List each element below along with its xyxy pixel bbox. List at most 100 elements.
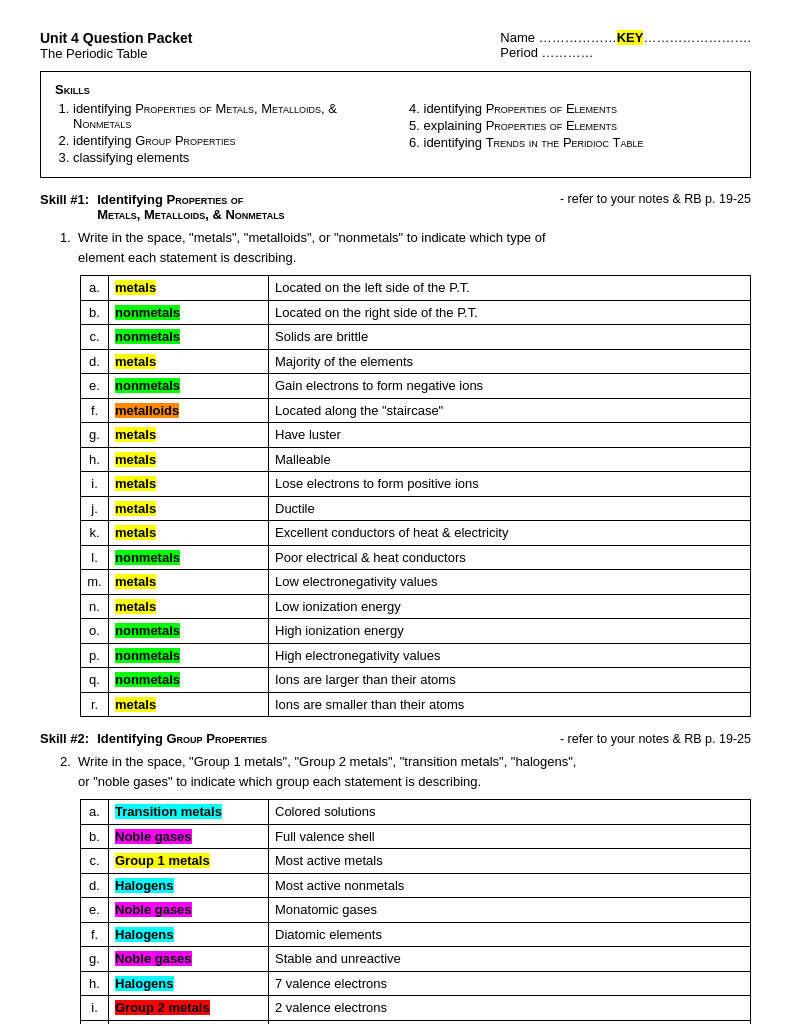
row-answer: Halogens: [109, 922, 269, 947]
row-letter: g.: [81, 947, 109, 972]
table-row: p.nonmetalsHigh electronegativity values: [81, 643, 751, 668]
row-letter: e.: [81, 898, 109, 923]
row-desc: Excellent conductors of heat & electrici…: [269, 521, 751, 546]
row-desc: Stable and unreactive: [269, 947, 751, 972]
table-row: d.HalogensMost active nonmetals: [81, 873, 751, 898]
row-letter: p.: [81, 643, 109, 668]
skills-grid: identifying Properties of Metals, Metall…: [55, 101, 736, 167]
row-desc: High electronegativity values: [269, 643, 751, 668]
row-answer: metals: [109, 276, 269, 301]
table-row: n.metalsLow ionization energy: [81, 594, 751, 619]
row-letter: o.: [81, 619, 109, 644]
row-desc: Most active nonmetals: [269, 873, 751, 898]
table-row: c.Group 1 metalsMost active metals: [81, 849, 751, 874]
row-answer: nonmetals: [109, 545, 269, 570]
row-desc: Form ions with a +1 charge: [269, 1020, 751, 1024]
row-answer: metals: [109, 570, 269, 595]
row-answer: Group 2 metals: [109, 996, 269, 1021]
skill2-ref: - refer to your notes & RB p. 19-25: [560, 732, 751, 746]
table-row: b.Noble gasesFull valence shell: [81, 824, 751, 849]
skill2-table: a.Transition metalsColored solutionsb.No…: [80, 799, 751, 1024]
row-desc: Malleable: [269, 447, 751, 472]
row-desc: Low ionization energy: [269, 594, 751, 619]
table-row: h.Halogens7 valence electrons: [81, 971, 751, 996]
table-row: l.nonmetalsPoor electrical & heat conduc…: [81, 545, 751, 570]
skill2-question: 2. Write in the space, "Group 1 metals",…: [60, 752, 751, 791]
row-answer: nonmetals: [109, 325, 269, 350]
row-answer: Group 1 metals: [109, 849, 269, 874]
skill2-header: Skill #2: Identifying Group Properties -…: [40, 731, 751, 746]
skill-item: identifying Trends in the Peridioc Table: [424, 135, 737, 150]
row-answer: Noble gases: [109, 824, 269, 849]
table-row: f.HalogensDiatomic elements: [81, 922, 751, 947]
row-letter: i.: [81, 472, 109, 497]
row-answer: Transition metals: [109, 800, 269, 825]
row-answer: Group 1 metals: [109, 1020, 269, 1024]
row-desc: 7 valence electrons: [269, 971, 751, 996]
skill1-table: a.metalsLocated on the left side of the …: [80, 275, 751, 717]
table-row: e.nonmetalsGain electrons to form negati…: [81, 374, 751, 399]
row-letter: q.: [81, 668, 109, 693]
skill1-label: Skill #1:: [40, 192, 89, 207]
row-answer: Noble gases: [109, 947, 269, 972]
row-letter: d.: [81, 873, 109, 898]
row-desc: Located on the left side of the P.T.: [269, 276, 751, 301]
skill1-title: Identifying Properties ofMetals, Metallo…: [97, 192, 285, 222]
row-answer: nonmetals: [109, 668, 269, 693]
row-desc: Ductile: [269, 496, 751, 521]
table-row: g.metalsHave luster: [81, 423, 751, 448]
row-desc: Located along the "staircase": [269, 398, 751, 423]
row-answer: metals: [109, 423, 269, 448]
skill-item: identifying Group Properties: [73, 133, 386, 148]
table-row: q.nonmetalsIons are larger than their at…: [81, 668, 751, 693]
row-desc: 2 valence electrons: [269, 996, 751, 1021]
skills-title: Skills: [55, 82, 736, 97]
row-letter: g.: [81, 423, 109, 448]
skill2-label: Skill #2:: [40, 731, 89, 746]
skills-col-1: identifying Properties of Metals, Metall…: [55, 101, 386, 167]
row-letter: l.: [81, 545, 109, 570]
table-row: a.metalsLocated on the left side of the …: [81, 276, 751, 301]
skill-item: identifying Properties of Metals, Metall…: [73, 101, 386, 131]
row-answer: nonmetals: [109, 619, 269, 644]
row-desc: Lose electrons to form positive ions: [269, 472, 751, 497]
row-desc: Low electronegativity values: [269, 570, 751, 595]
row-desc: Colored solutions: [269, 800, 751, 825]
row-desc: Monatomic gases: [269, 898, 751, 923]
row-letter: j.: [81, 496, 109, 521]
row-answer: metals: [109, 692, 269, 717]
row-letter: m.: [81, 570, 109, 595]
table-row: r.metalsIons are smaller than their atom…: [81, 692, 751, 717]
row-letter: c.: [81, 325, 109, 350]
row-desc: Ions are larger than their atoms: [269, 668, 751, 693]
table-row: b.nonmetalsLocated on the right side of …: [81, 300, 751, 325]
row-letter: k.: [81, 521, 109, 546]
header: Unit 4 Question Packet The Periodic Tabl…: [40, 30, 751, 61]
row-answer: Halogens: [109, 971, 269, 996]
row-letter: f.: [81, 922, 109, 947]
row-letter: i.: [81, 996, 109, 1021]
row-letter: r.: [81, 692, 109, 717]
row-desc: Located on the right side of the P.T.: [269, 300, 751, 325]
row-answer: Halogens: [109, 873, 269, 898]
row-answer: metals: [109, 496, 269, 521]
row-desc: Poor electrical & heat conductors: [269, 545, 751, 570]
page-title: Unit 4 Question Packet: [40, 30, 192, 46]
table-row: c.nonmetalsSolids are brittle: [81, 325, 751, 350]
row-letter: f.: [81, 398, 109, 423]
row-answer: metals: [109, 521, 269, 546]
table-row: j.Group 1 metalsForm ions with a +1 char…: [81, 1020, 751, 1024]
row-answer: nonmetals: [109, 374, 269, 399]
row-answer: metalloids: [109, 398, 269, 423]
row-answer: Noble gases: [109, 898, 269, 923]
row-letter: b.: [81, 824, 109, 849]
row-letter: c.: [81, 849, 109, 874]
row-letter: a.: [81, 800, 109, 825]
row-answer: metals: [109, 594, 269, 619]
table-row: f.metalloidsLocated along the "staircase…: [81, 398, 751, 423]
row-letter: n.: [81, 594, 109, 619]
skill1-ref: - refer to your notes & RB p. 19-25: [560, 192, 751, 206]
skill1-question: 1. Write in the space, "metals", "metall…: [60, 228, 751, 267]
row-desc: Have luster: [269, 423, 751, 448]
row-desc: Solids are brittle: [269, 325, 751, 350]
